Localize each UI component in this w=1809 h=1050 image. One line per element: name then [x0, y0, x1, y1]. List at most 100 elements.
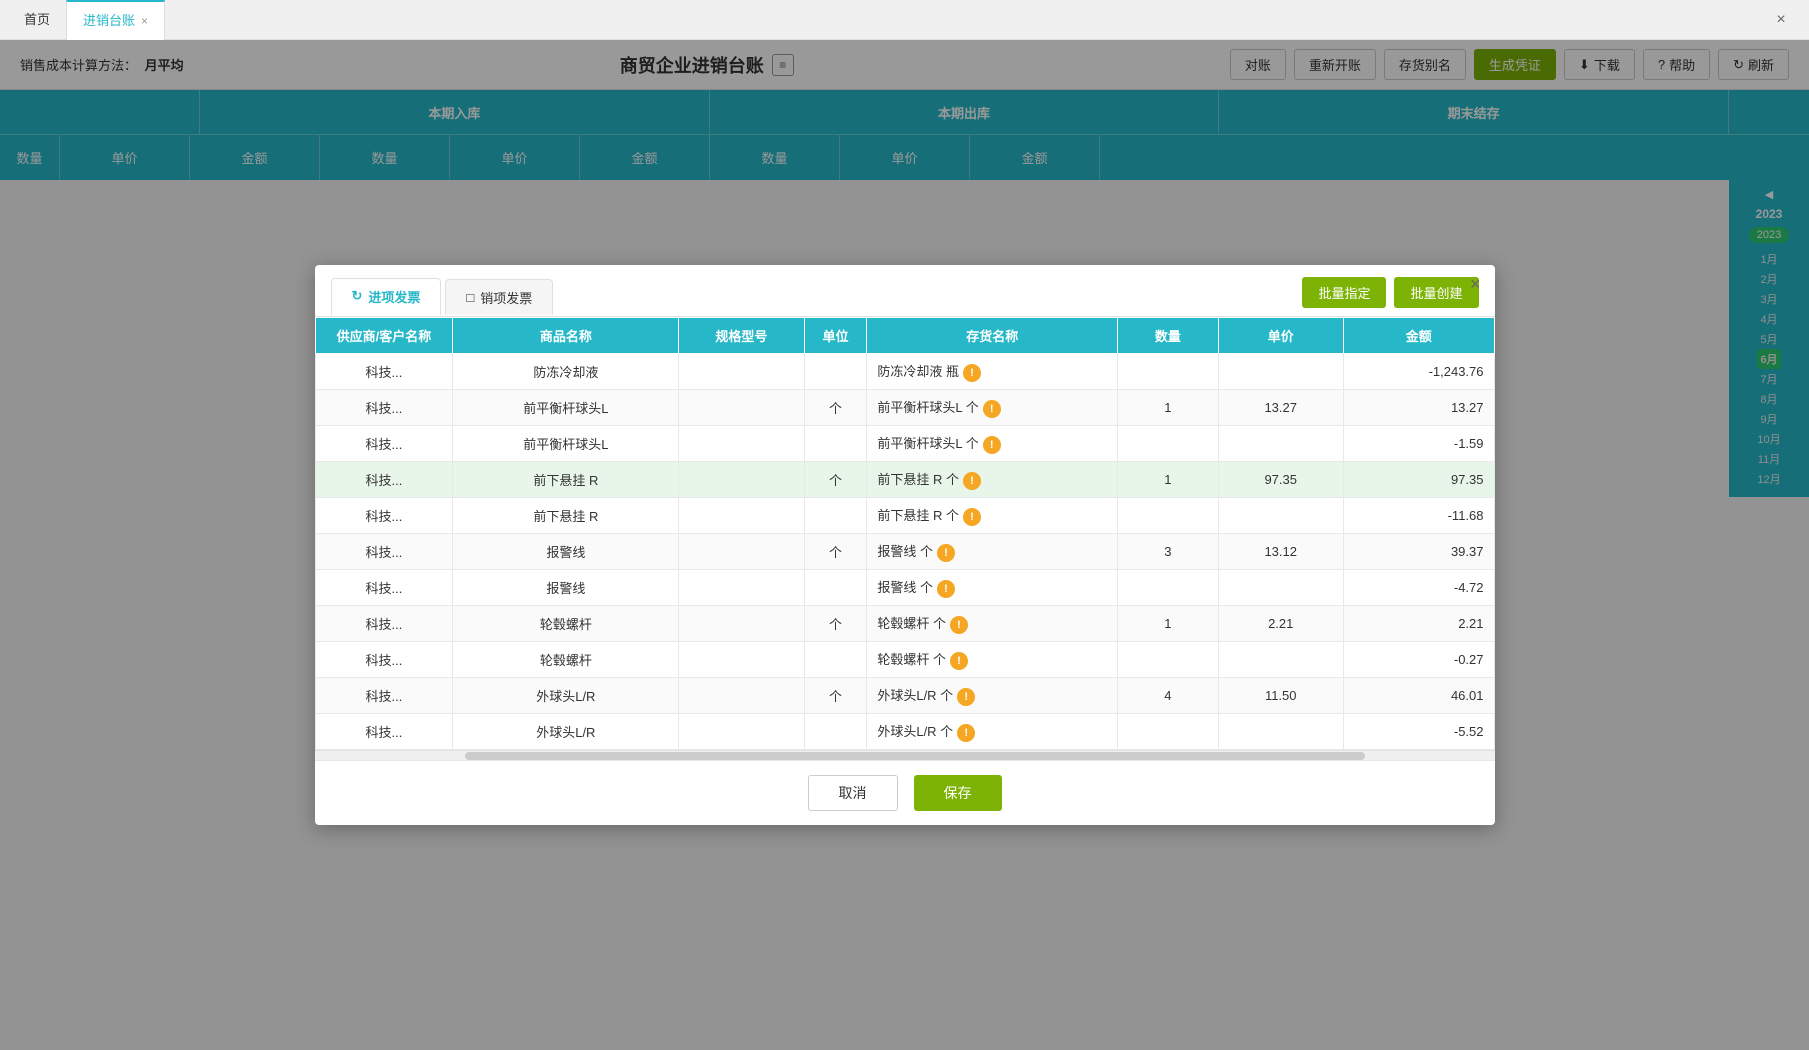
cell-spec	[679, 462, 804, 498]
batch-assign-button[interactable]: 批量指定	[1302, 277, 1386, 308]
cell-unitprice: 11.50	[1218, 678, 1343, 714]
inventory-name: 前下悬挂 R 个	[877, 472, 959, 487]
tab-outgoing-invoice[interactable]: □ 销项发票	[445, 279, 553, 315]
table-row[interactable]: 科技... 轮毂螺杆 个 轮毂螺杆 个! 1 2.21 2.21	[315, 606, 1494, 642]
inventory-name: 轮毂螺杆 个	[877, 652, 946, 667]
cell-product: 报警线	[453, 534, 679, 570]
cell-spec	[679, 354, 804, 390]
table-row[interactable]: 科技... 外球头L/R 个 外球头L/R 个! 4 11.50 46.01	[315, 678, 1494, 714]
cell-product: 外球头L/R	[453, 678, 679, 714]
cell-amount: -11.68	[1343, 498, 1494, 534]
cell-inventory: 报警线 个!	[867, 570, 1118, 606]
inventory-name: 外球头L/R 个	[877, 688, 953, 703]
inventory-name: 前平衡杆球头L 个	[877, 400, 978, 415]
warning-icon: !	[983, 436, 1001, 454]
col-amt: 金额	[1343, 318, 1494, 354]
cell-quantity	[1118, 498, 1218, 534]
modal-scrollbar[interactable]	[315, 750, 1495, 760]
warning-icon: !	[957, 688, 975, 706]
cell-amount: -4.72	[1343, 570, 1494, 606]
outgoing-tab-icon: □	[466, 290, 474, 305]
cell-product: 前平衡杆球头L	[453, 426, 679, 462]
cell-quantity	[1118, 714, 1218, 750]
cell-amount: 46.01	[1343, 678, 1494, 714]
cell-supplier: 科技...	[315, 714, 453, 750]
cell-supplier: 科技...	[315, 678, 453, 714]
cell-quantity: 1	[1118, 606, 1218, 642]
inventory-name: 外球头L/R 个	[877, 724, 953, 739]
cell-unit	[804, 354, 867, 390]
cell-amount: 2.21	[1343, 606, 1494, 642]
cell-quantity	[1118, 354, 1218, 390]
warning-icon: !	[957, 724, 975, 742]
cell-unit: 个	[804, 678, 867, 714]
table-row[interactable]: 科技... 前平衡杆球头L 前平衡杆球头L 个! -1.59	[315, 426, 1494, 462]
cell-supplier: 科技...	[315, 642, 453, 678]
batch-create-button[interactable]: 批量创建	[1394, 277, 1478, 308]
cell-inventory: 报警线 个!	[867, 534, 1118, 570]
tab-close-icon[interactable]: ×	[141, 1, 148, 41]
cell-inventory: 轮毂螺杆 个!	[867, 642, 1118, 678]
cell-inventory: 前下悬挂 R 个!	[867, 462, 1118, 498]
table-row[interactable]: 科技... 外球头L/R 外球头L/R 个! -5.52	[315, 714, 1494, 750]
modal-close-button[interactable]: ×	[1470, 275, 1481, 293]
inventory-name: 轮毂螺杆 个	[877, 616, 946, 631]
cell-unitprice: 97.35	[1218, 462, 1343, 498]
cell-supplier: 科技...	[315, 570, 453, 606]
col-supplier: 供应商/客户名称	[315, 318, 453, 354]
warning-icon: !	[983, 400, 1001, 418]
cancel-button[interactable]: 取消	[808, 775, 898, 811]
cell-unitprice: 13.27	[1218, 390, 1343, 426]
modal-dialog: ↻ 进项发票 □ 销项发票 批量指定 批量创建 × 供应	[315, 265, 1495, 825]
table-row[interactable]: 科技... 防冻冷却液 防冻冷却液 瓶! -1,243.76	[315, 354, 1494, 390]
table-row[interactable]: 科技... 轮毂螺杆 轮毂螺杆 个! -0.27	[315, 642, 1494, 678]
cell-supplier: 科技...	[315, 498, 453, 534]
tab-active[interactable]: 进销台账 ×	[66, 0, 165, 40]
cell-spec	[679, 426, 804, 462]
cell-unit	[804, 714, 867, 750]
warning-icon: !	[963, 472, 981, 490]
inventory-name: 前平衡杆球头L 个	[877, 436, 978, 451]
table-row[interactable]: 科技... 前下悬挂 R 前下悬挂 R 个! -11.68	[315, 498, 1494, 534]
incoming-tab-icon: ↻	[352, 288, 363, 304]
cell-quantity: 1	[1118, 462, 1218, 498]
cell-unit: 个	[804, 390, 867, 426]
warning-icon: !	[937, 580, 955, 598]
cell-amount: -1.59	[1343, 426, 1494, 462]
table-row[interactable]: 科技... 前下悬挂 R 个 前下悬挂 R 个! 1 97.35 97.35	[315, 462, 1494, 498]
cell-unitprice: 2.21	[1218, 606, 1343, 642]
cell-inventory: 外球头L/R 个!	[867, 678, 1118, 714]
cell-unitprice	[1218, 498, 1343, 534]
tab-home[interactable]: 首页	[8, 0, 66, 40]
table-row[interactable]: 科技... 前平衡杆球头L 个 前平衡杆球头L 个! 1 13.27 13.27	[315, 390, 1494, 426]
warning-icon: !	[963, 364, 981, 382]
cell-supplier: 科技...	[315, 354, 453, 390]
cell-quantity: 4	[1118, 678, 1218, 714]
cell-inventory: 前下悬挂 R 个!	[867, 498, 1118, 534]
cell-unitprice: 13.12	[1218, 534, 1343, 570]
tab-active-label: 进销台账	[83, 1, 135, 41]
cell-quantity	[1118, 642, 1218, 678]
tab-incoming-invoice[interactable]: ↻ 进项发票	[331, 278, 442, 316]
save-button[interactable]: 保存	[914, 775, 1002, 811]
cell-spec	[679, 534, 804, 570]
table-row[interactable]: 科技... 报警线 报警线 个! -4.72	[315, 570, 1494, 606]
cell-unit	[804, 642, 867, 678]
cell-inventory: 外球头L/R 个!	[867, 714, 1118, 750]
inventory-name: 报警线 个	[877, 580, 933, 595]
cell-quantity	[1118, 426, 1218, 462]
cell-spec	[679, 390, 804, 426]
table-row[interactable]: 科技... 报警线 个 报警线 个! 3 13.12 39.37	[315, 534, 1494, 570]
cell-amount: 97.35	[1343, 462, 1494, 498]
main-area: 销售成本计算方法： 月平均 商贸企业进销台账 ≡ 对账 重新开账 存货别名 生成…	[0, 40, 1809, 1050]
cell-product: 报警线	[453, 570, 679, 606]
inventory-name: 防冻冷却液 瓶	[877, 364, 959, 379]
modal-scrollbar-thumb[interactable]	[465, 752, 1365, 760]
col-product: 商品名称	[453, 318, 679, 354]
cell-quantity	[1118, 570, 1218, 606]
cell-product: 前平衡杆球头L	[453, 390, 679, 426]
cell-supplier: 科技...	[315, 534, 453, 570]
window-close-button[interactable]: ×	[1761, 0, 1801, 40]
tab-bar: 首页 进销台账 × ×	[0, 0, 1809, 40]
cell-unitprice	[1218, 354, 1343, 390]
